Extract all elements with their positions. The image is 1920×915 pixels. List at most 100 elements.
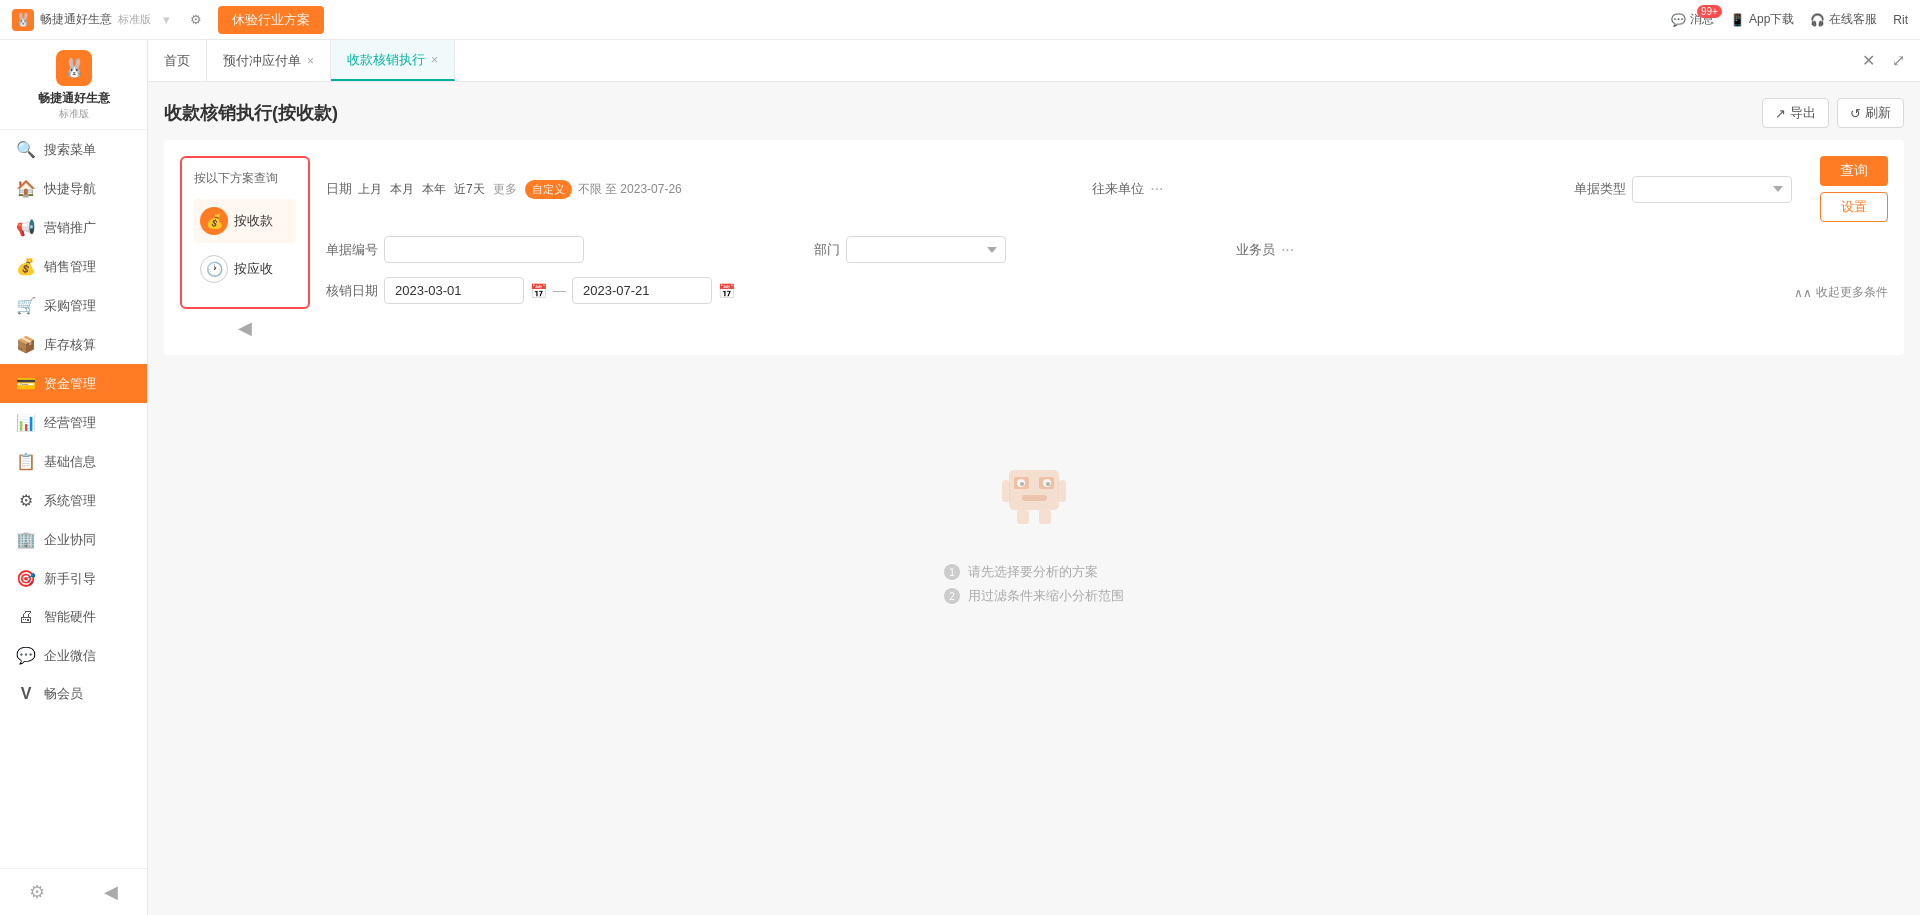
content-area: 首页 预付冲应付单 × 收款核销执行 × ✕ ⤢ 收款核销执行(按收款) ↗ xyxy=(148,40,1920,915)
dept-label: 部门 xyxy=(814,241,840,259)
tab-receivable[interactable]: 收款核销执行 × xyxy=(331,40,455,81)
sidebar-item-vip[interactable]: V 畅会员 xyxy=(0,675,147,713)
svg-point-10 xyxy=(1020,482,1024,486)
system-icon: ⚙ xyxy=(16,491,36,510)
tab-receivable-close[interactable]: × xyxy=(431,53,438,67)
date-custom-badge[interactable]: 自定义 xyxy=(525,180,572,199)
app-download-button[interactable]: 📱 App下载 xyxy=(1730,11,1794,28)
sidebar-item-operation[interactable]: 📊 经营管理 xyxy=(0,403,147,442)
filter-docno-item: 单据编号 xyxy=(326,236,584,263)
date-shortcut-last-month[interactable]: 上月 xyxy=(358,181,382,198)
sidebar-item-inventory[interactable]: 📦 库存核算 xyxy=(0,325,147,364)
sidebar-collapse-icon[interactable]: ◀ xyxy=(96,877,126,907)
sidebar-item-wechat[interactable]: 💬 企业微信 xyxy=(0,636,147,675)
sidebar-item-basic[interactable]: 📋 基础信息 xyxy=(0,442,147,481)
empty-illustration xyxy=(984,435,1084,551)
export-icon: ↗ xyxy=(1775,106,1786,121)
sidebar-item-finance[interactable]: 💳 资金管理 xyxy=(0,364,147,403)
home-icon: 🏠 xyxy=(16,179,36,198)
salesperson-label: 业务员 xyxy=(1236,241,1275,259)
date-shortcut-this-month[interactable]: 本月 xyxy=(390,181,414,198)
docno-input[interactable] xyxy=(384,236,584,263)
salesperson-more-icon[interactable]: ··· xyxy=(1281,241,1294,259)
tab-expand-icon[interactable]: ⤢ xyxy=(1884,47,1912,75)
counterpart-more-icon[interactable]: ··· xyxy=(1150,180,1163,198)
date-shortcut-7days[interactable]: 近7天 xyxy=(454,181,485,198)
filter-row-1: 日期 上月 本月 本年 近7天 更多 自定义 不限 至 2023-07-26 xyxy=(326,156,1888,222)
svg-rect-6 xyxy=(1017,510,1029,524)
sidebar-item-sales[interactable]: 💰 销售管理 xyxy=(0,247,147,286)
sidebar-item-system[interactable]: ⚙ 系统管理 xyxy=(0,481,147,520)
calendar-end-icon[interactable]: 📅 xyxy=(718,283,735,299)
empty-state: 1 请先选择要分析的方案 2 用过滤条件来缩小分析范围 xyxy=(164,355,1904,685)
tab-prepay[interactable]: 预付冲应付单 × xyxy=(207,40,331,81)
filter-counterpart-item: 往来单位 ··· xyxy=(1092,180,1163,198)
guide-icon: 🎯 xyxy=(16,569,36,588)
receipt-option-icon: 💰 xyxy=(200,207,228,235)
sales-icon: 💰 xyxy=(16,257,36,276)
brand-text: 畅捷通好生意 xyxy=(38,90,110,107)
doctype-select[interactable] xyxy=(1632,176,1792,203)
filter-area: 按以下方案查询 💰 按收款 🕐 按应收 ◀ xyxy=(164,140,1904,355)
svg-rect-5 xyxy=(1058,480,1066,502)
sidebar-settings-icon[interactable]: ⚙ xyxy=(21,877,53,907)
receivable-option-label: 按应收 xyxy=(234,260,273,278)
dept-select[interactable] xyxy=(846,236,1006,263)
filter-left-panel: 按以下方案查询 💰 按收款 🕐 按应收 ◀ xyxy=(180,156,310,339)
page-content: 收款核销执行(按收款) ↗ 导出 ↺ 刷新 按以下方案 xyxy=(148,82,1920,915)
filter-salesperson-item: 业务员 ··· xyxy=(1236,241,1294,259)
query-option-receipt[interactable]: 💰 按收款 xyxy=(194,199,296,243)
query-option-receivable[interactable]: 🕐 按应收 xyxy=(194,247,296,291)
writeoff-date-label: 核销日期 xyxy=(326,282,378,300)
enterprise-icon: 🏢 xyxy=(16,530,36,549)
export-button[interactable]: ↗ 导出 xyxy=(1762,98,1829,128)
sidebar-item-purchase[interactable]: 🛒 采购管理 xyxy=(0,286,147,325)
page-actions: ↗ 导出 ↺ 刷新 xyxy=(1762,98,1904,128)
writeoff-date-start-input[interactable] xyxy=(384,277,524,304)
filter-date-item: 日期 上月 本月 本年 近7天 更多 自定义 不限 至 2023-07-26 xyxy=(326,180,682,199)
svg-rect-7 xyxy=(1039,510,1051,524)
sidebar-item-label: 快捷导航 xyxy=(44,180,96,198)
sidebar-item-marketing[interactable]: 📢 营销推广 xyxy=(0,208,147,247)
basic-icon: 📋 xyxy=(16,452,36,471)
setting-button[interactable]: 设置 xyxy=(1820,192,1888,222)
refresh-button[interactable]: ↺ 刷新 xyxy=(1837,98,1904,128)
counterpart-label: 往来单位 xyxy=(1092,180,1144,198)
online-service-button[interactable]: 🎧 在线客服 xyxy=(1810,11,1877,28)
sidebar-item-label: 新手引导 xyxy=(44,570,96,588)
brand-icon: 🐰 xyxy=(56,50,92,86)
writeoff-date-end-input[interactable] xyxy=(572,277,712,304)
collapse-more-button[interactable]: ∧∧ 收起更多条件 xyxy=(1794,284,1888,301)
user-info[interactable]: Rit xyxy=(1893,13,1908,27)
finance-icon: 💳 xyxy=(16,374,36,393)
panel-collapse-button[interactable]: ◀ xyxy=(180,317,310,339)
tab-prepay-close[interactable]: × xyxy=(307,54,314,68)
filter-dept-item: 部门 xyxy=(814,236,1006,263)
query-button[interactable]: 查询 xyxy=(1820,156,1888,186)
sidebar-item-hardware[interactable]: 🖨 智能硬件 xyxy=(0,598,147,636)
tab-home[interactable]: 首页 xyxy=(148,40,207,81)
sidebar-item-guide[interactable]: 🎯 新手引导 xyxy=(0,559,147,598)
operation-icon: 📊 xyxy=(16,413,36,432)
app-icon: 📱 xyxy=(1730,13,1745,27)
doctype-label: 单据类型 xyxy=(1574,180,1626,198)
sidebar-brand: 🐰 畅捷通好生意 标准版 xyxy=(0,40,147,130)
filter-row-2: 单据编号 部门 业务员 ··· xyxy=(326,236,1888,263)
sidebar: 🐰 畅捷通好生意 标准版 🔍 搜索菜单 🏠 快捷导航 📢 营销推广 💰 销售管理… xyxy=(0,40,148,915)
date-shortcut-this-year[interactable]: 本年 xyxy=(422,181,446,198)
tabs-bar: 首页 预付冲应付单 × 收款核销执行 × ✕ ⤢ xyxy=(148,40,1920,82)
solution-button[interactable]: 休验行业方案 xyxy=(218,6,324,34)
sidebar-item-label: 企业微信 xyxy=(44,647,96,665)
sidebar-item-label: 企业协同 xyxy=(44,531,96,549)
svg-rect-3 xyxy=(1022,495,1047,501)
settings-icon[interactable]: ⚙ xyxy=(182,6,210,34)
sidebar-item-quicknav[interactable]: 🏠 快捷导航 xyxy=(0,169,147,208)
tab-close-all-icon[interactable]: ✕ xyxy=(1854,47,1882,75)
sidebar-item-enterprise[interactable]: 🏢 企业协同 xyxy=(0,520,147,559)
tip2-num: 2 xyxy=(944,588,960,604)
date-shortcuts: 上月 本月 本年 近7天 更多 自定义 xyxy=(358,180,572,199)
sidebar-item-search[interactable]: 🔍 搜索菜单 xyxy=(0,130,147,169)
message-button[interactable]: 💬 消息 99+ xyxy=(1671,11,1714,28)
date-more-button[interactable]: 更多 xyxy=(493,181,517,198)
calendar-start-icon[interactable]: 📅 xyxy=(530,283,547,299)
